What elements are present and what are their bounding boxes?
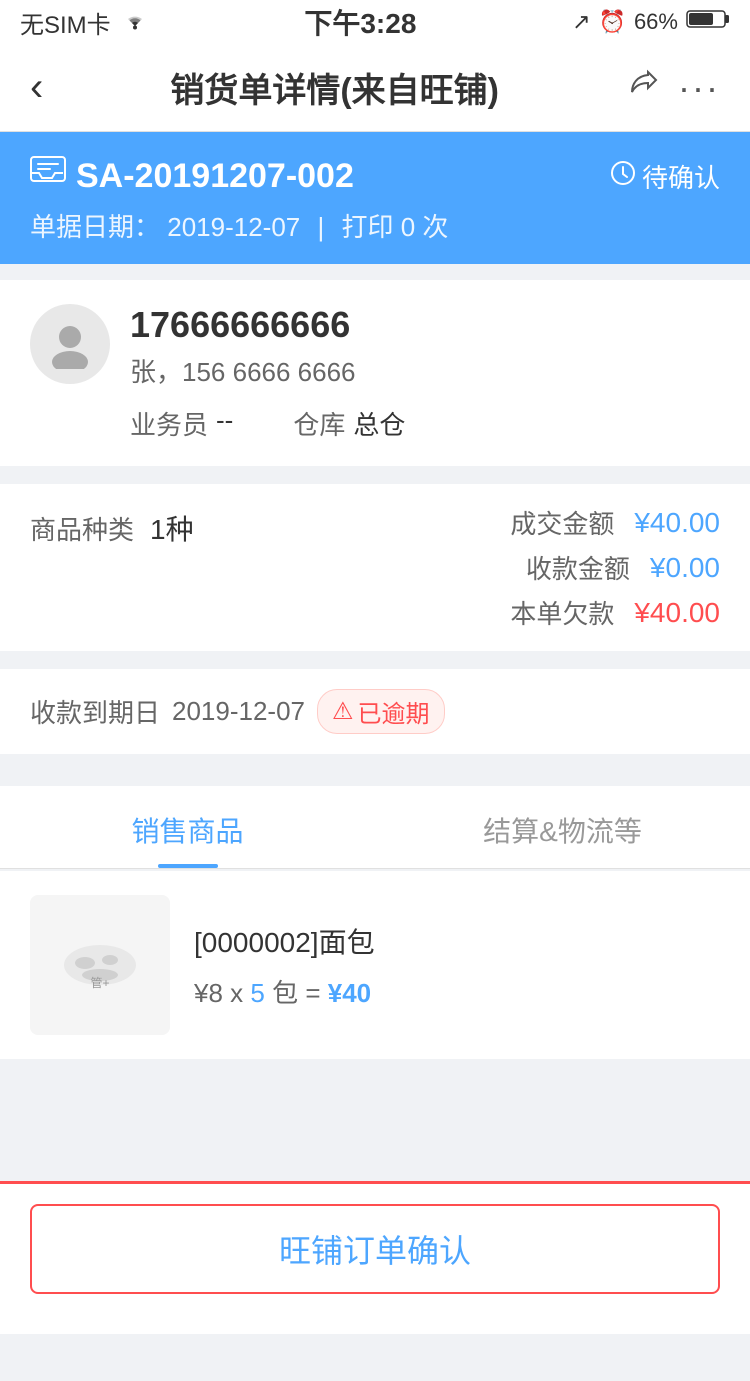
product-type-value: 1种 (150, 508, 194, 548)
nav-left[interactable]: ‹ (30, 65, 43, 110)
customer-phone: 17666666666 (130, 304, 720, 346)
warning-icon: ⚠ (332, 697, 354, 726)
tab-products[interactable]: 销售商品 (0, 786, 375, 868)
nav-right[interactable]: ··· (626, 67, 720, 109)
carrier-label: 无SIM卡 (20, 5, 111, 40)
nav-title: 销货单详情(来自旺铺) (170, 63, 499, 112)
product-item: 管+ [0000002]面包 ¥8 x 5 包 = ¥40 (0, 871, 750, 1059)
order-header-top: SA-20191207-002 待确认 (30, 156, 720, 197)
amount-row: 成交金额 ¥40.00 (510, 504, 720, 541)
overdue-badge: ⚠ 已逾期 (317, 689, 445, 734)
product-price: ¥8 x 5 包 = ¥40 (194, 973, 720, 1010)
status-bar-left: 无SIM卡 (20, 5, 149, 40)
received-row: 收款金额 ¥0.00 (526, 549, 720, 586)
salesperson-item: 业务员 -- (130, 405, 233, 442)
order-date: 单据日期： 2019-12-07 | 打印 0 次 (30, 207, 720, 244)
inbox-icon (30, 156, 66, 197)
status-bar: 无SIM卡 下午3:28 ↗ ⏰ 66% (0, 0, 750, 44)
divider-2 (0, 651, 750, 667)
customer-meta: 业务员 -- 仓库 总仓 (130, 405, 720, 442)
owed-row: 本单欠款 ¥40.00 (510, 594, 720, 631)
summary-right: 成交金额 ¥40.00 收款金额 ¥0.00 本单欠款 ¥40.00 (510, 504, 720, 631)
warehouse-label: 仓库 (293, 405, 345, 442)
battery-icon (686, 8, 730, 36)
alarm-icon: ⏰ (599, 9, 626, 35)
nav-bar: ‹ 销货单详情(来自旺铺) ··· (0, 44, 750, 132)
tabs: 销售商品 结算&物流等 (0, 786, 750, 869)
product-name: [0000002]面包 (194, 921, 720, 961)
more-icon[interactable]: ··· (678, 67, 720, 109)
product-list: 管+ [0000002]面包 ¥8 x 5 包 = ¥40 (0, 871, 750, 1059)
salesperson-label: 业务员 (130, 405, 208, 442)
amount-label: 成交金额 (510, 504, 614, 541)
summary-left: 商品种类 1种 (30, 504, 194, 548)
due-date-value: 2019-12-07 (172, 696, 305, 727)
back-button[interactable]: ‹ (30, 65, 43, 110)
product-info: [0000002]面包 ¥8 x 5 包 = ¥40 (194, 921, 720, 1010)
battery-label: 66% (634, 9, 678, 35)
received-label: 收款金额 (526, 549, 630, 586)
customer-section: 17666666666 张，156 6666 6666 业务员 -- 仓库 总仓 (30, 304, 720, 442)
amount-value: ¥40.00 (634, 507, 720, 539)
owed-value: ¥40.00 (634, 597, 720, 629)
customer-name: 张，156 6666 6666 (130, 352, 720, 389)
product-type-label: 商品种类 (30, 510, 134, 547)
status-bar-right: ↗ ⏰ 66% (572, 8, 730, 36)
order-id: SA-20191207-002 (30, 156, 354, 197)
share-icon[interactable] (626, 68, 658, 108)
status-bar-time: 下午3:28 (304, 2, 416, 42)
divider-3 (0, 754, 750, 770)
due-date-section: 收款到期日 2019-12-07 ⚠ 已逾期 (0, 669, 750, 754)
wifi-icon (121, 8, 149, 37)
warehouse-value: 总仓 (353, 405, 405, 442)
summary-section: 商品种类 1种 成交金额 ¥40.00 收款金额 ¥0.00 本单欠款 ¥40.… (0, 484, 750, 651)
owed-label: 本单欠款 (510, 594, 614, 631)
location-icon: ↗ (572, 9, 590, 35)
confirm-order-button[interactable]: 旺铺订单确认 (30, 1204, 720, 1294)
order-status: 待确认 (610, 158, 720, 195)
confirm-button-wrap: 旺铺订单确认 (0, 1181, 750, 1334)
received-value: ¥0.00 (650, 552, 720, 584)
clock-icon (610, 160, 636, 193)
order-header: SA-20191207-002 待确认 单据日期： 2019-12-07 | 打… (0, 132, 750, 264)
customer-avatar (30, 304, 110, 384)
warehouse-item: 仓库 总仓 (293, 405, 405, 442)
customer-info: 17666666666 张，156 6666 6666 业务员 -- 仓库 总仓 (130, 304, 720, 442)
divider-1 (0, 466, 750, 482)
salesperson-value: -- (216, 405, 233, 442)
customer-card: 17666666666 张，156 6666 6666 业务员 -- 仓库 总仓 (0, 280, 750, 466)
svg-text:管+: 管+ (90, 975, 109, 990)
tab-settlement[interactable]: 结算&物流等 (375, 786, 750, 868)
due-date-label: 收款到期日 (30, 693, 160, 730)
product-thumbnail: 管+ (30, 895, 170, 1035)
